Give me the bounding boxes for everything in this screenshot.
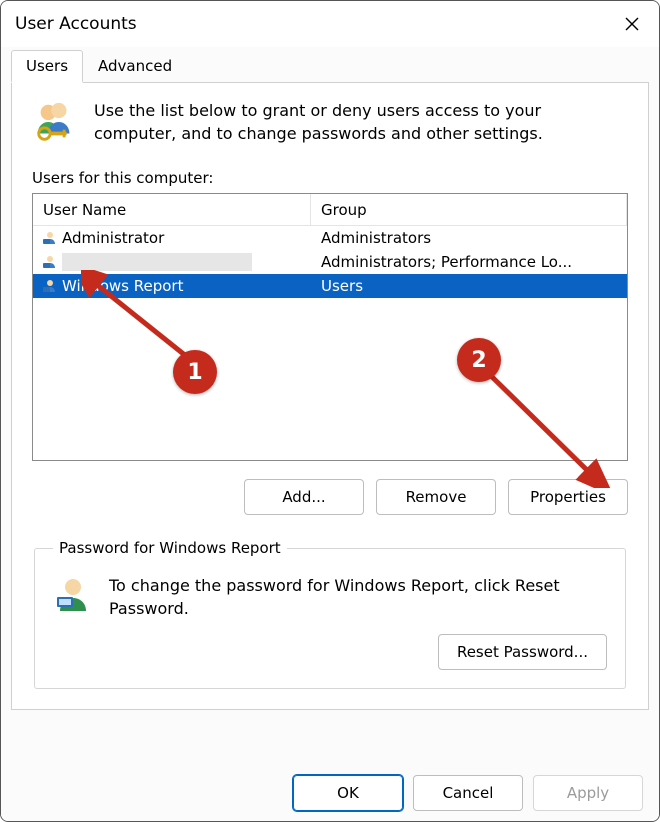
user-accounts-window: User Accounts Users Advanced [0, 0, 660, 822]
remove-button[interactable]: Remove [376, 479, 496, 515]
user-group-cell: Administrators; Performance Lo... [311, 253, 627, 271]
redacted-username [62, 253, 252, 271]
password-user-icon [53, 575, 93, 615]
titlebar: User Accounts [1, 1, 659, 47]
users-panel: Use the list below to grant or deny user… [11, 83, 649, 710]
user-name-cell: Administrator [33, 229, 311, 247]
list-header: User Name Group [33, 194, 627, 226]
user-group-cell: Administrators [311, 229, 627, 247]
column-group[interactable]: Group [311, 194, 627, 225]
reset-password-button[interactable]: Reset Password... [438, 634, 607, 670]
users-list[interactable]: User Name Group AdministratorAdministrat… [32, 193, 628, 461]
user-icon [43, 231, 57, 245]
properties-button[interactable]: Properties [508, 479, 628, 515]
intro-text: Use the list below to grant or deny user… [94, 99, 628, 145]
intro-row: Use the list below to grant or deny user… [32, 99, 628, 145]
ok-button[interactable]: OK [293, 775, 403, 811]
tab-strip: Users Advanced [11, 49, 649, 83]
user-icon [43, 279, 57, 293]
user-row[interactable]: Windows Report Users [33, 274, 627, 298]
dialog-footer: OK Cancel Apply [1, 765, 659, 821]
tab-users[interactable]: Users [11, 50, 83, 83]
cancel-button[interactable]: Cancel [413, 775, 523, 811]
window-title: User Accounts [15, 14, 137, 34]
users-key-icon [32, 99, 78, 145]
user-row[interactable]: Administrator Administrators [33, 226, 627, 250]
user-name-cell: Windows Report [33, 277, 311, 295]
user-name-cell [33, 253, 311, 271]
user-row[interactable]: Administrators; Performance Lo... [33, 250, 627, 274]
user-group-cell: Users [311, 277, 627, 295]
users-button-row: Add... Remove Properties [32, 479, 628, 515]
apply-button[interactable]: Apply [533, 775, 643, 811]
column-username[interactable]: User Name [33, 194, 311, 225]
annotation-badge-2: 2 [457, 338, 501, 382]
user-icon [43, 255, 57, 269]
annotation-badge-1: 1 [173, 350, 217, 394]
password-group: Password for Windows Report To change th… [34, 539, 626, 689]
user-name-text: Administrator [62, 229, 164, 247]
users-list-label: Users for this computer: [32, 169, 628, 187]
close-button[interactable] [609, 2, 655, 46]
add-button[interactable]: Add... [244, 479, 364, 515]
password-legend: Password for Windows Report [53, 539, 287, 557]
user-name-text: Windows Report [62, 277, 183, 295]
close-icon [625, 17, 639, 31]
tab-advanced[interactable]: Advanced [83, 50, 187, 83]
password-text: To change the password for Windows Repor… [109, 575, 607, 620]
annotation-arrow-2 [463, 358, 613, 488]
